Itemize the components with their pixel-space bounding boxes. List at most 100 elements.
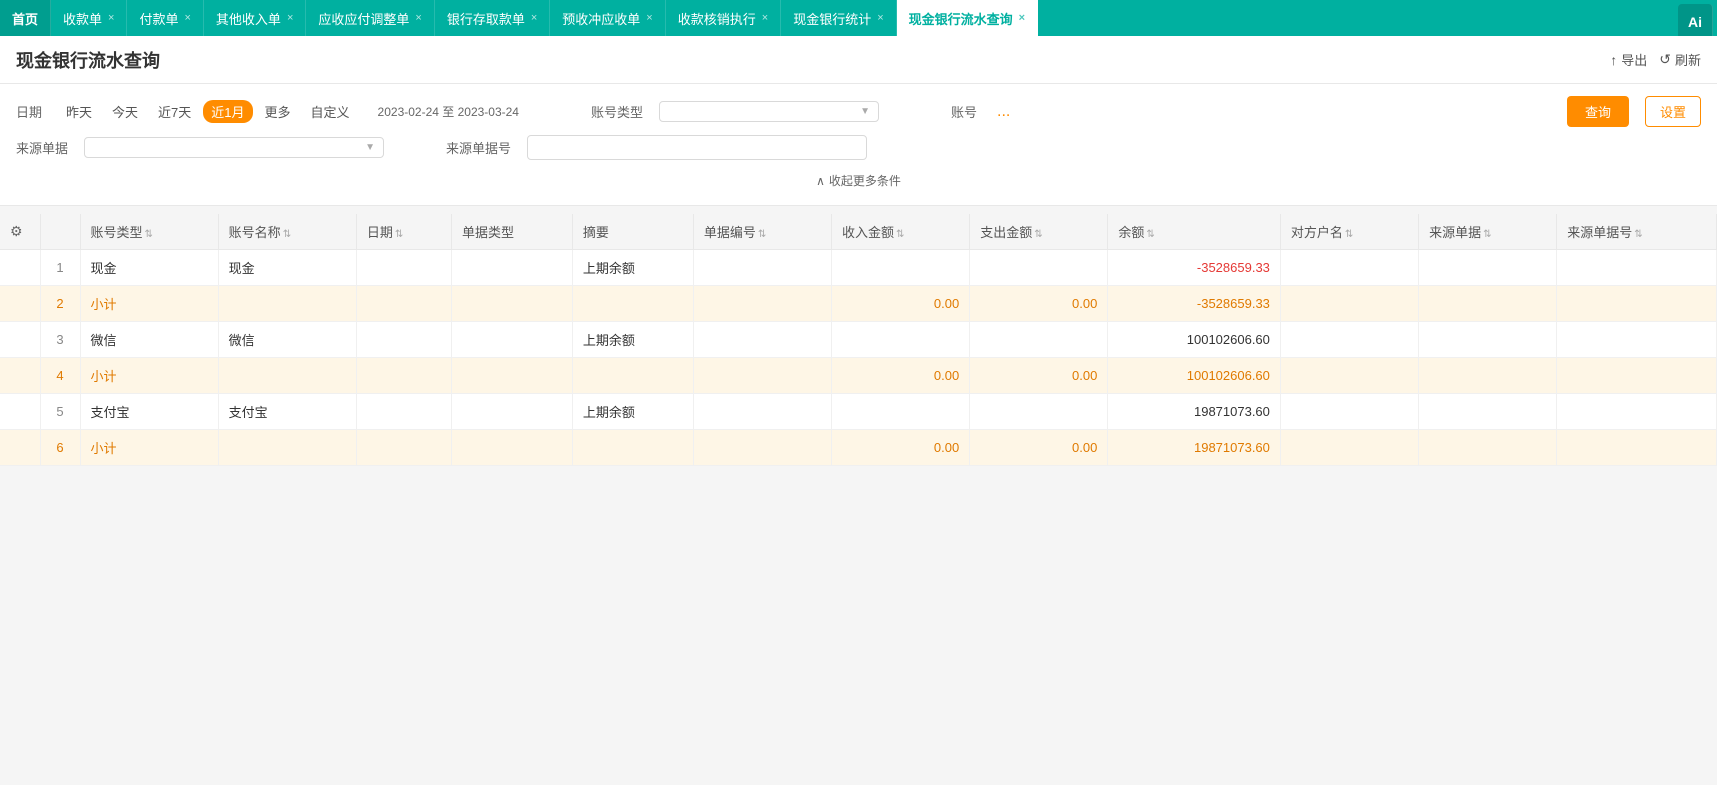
date-option[interactable]: 今天 xyxy=(104,100,146,123)
tab-close-icon[interactable]: × xyxy=(184,12,190,24)
date-range-display: 2023-02-24 至 2023-03-24 xyxy=(378,103,519,120)
nav-tab[interactable]: 付款单 × xyxy=(127,0,203,36)
cell-source_doc_no xyxy=(1557,250,1717,286)
cell-account_type: 小计 xyxy=(80,286,218,322)
cell-account_name: 微信 xyxy=(218,322,356,358)
nav-tab[interactable]: 其他收入单× xyxy=(204,0,306,36)
cell-date xyxy=(356,250,451,286)
date-options: 昨天今天近7天近1月更多自定义 xyxy=(58,100,358,123)
filter-area: 日期 昨天今天近7天近1月更多自定义 2023-02-24 至 2023-03-… xyxy=(0,84,1717,206)
cell-date xyxy=(356,358,451,394)
cell-income: 0.00 xyxy=(832,430,970,466)
table-header-summary: 摘要 xyxy=(572,214,693,250)
cell-expense: 0.00 xyxy=(970,430,1108,466)
cell-source_doc xyxy=(1419,322,1557,358)
data-table: ⚙账号类型⇅账号名称⇅日期⇅单据类型摘要单据编号⇅收入金额⇅支出金额⇅余额⇅对方… xyxy=(0,214,1717,466)
source-doc-no-label: 来源单据号 xyxy=(446,138,511,157)
cell-income xyxy=(832,250,970,286)
tab-close-icon[interactable]: × xyxy=(415,12,421,24)
cell-gear xyxy=(0,286,40,322)
cell-doc_no xyxy=(693,250,831,286)
cell-date xyxy=(356,286,451,322)
tab-close-icon[interactable]: × xyxy=(877,12,883,24)
nav-tab[interactable]: 现金银行统计× xyxy=(781,0,896,36)
cell-gear xyxy=(0,322,40,358)
cell-income xyxy=(832,394,970,430)
cell-doc_no xyxy=(693,394,831,430)
date-option[interactable]: 近1月 xyxy=(203,100,252,123)
date-option[interactable]: 昨天 xyxy=(58,100,100,123)
account-type-select[interactable]: ▼ xyxy=(659,101,879,122)
nav-tab-label: 银行存取款单 xyxy=(447,9,525,28)
cell-account_type: 小计 xyxy=(80,358,218,394)
source-doc-select[interactable]: ▼ xyxy=(84,137,384,158)
cell-doc_no xyxy=(693,286,831,322)
table-header-doc_no[interactable]: 单据编号⇅ xyxy=(693,214,831,250)
gear-icon[interactable]: ⚙ xyxy=(10,223,23,239)
cell-num: 3 xyxy=(40,322,80,358)
header-actions: ↑ 导出 ↺ 刷新 xyxy=(1610,50,1701,69)
nav-tab-label: 收款核销执行 xyxy=(678,9,756,28)
account-label: 账号 xyxy=(951,102,977,121)
nav-tab[interactable]: 银行存取款单 × xyxy=(435,0,550,36)
account-dots-button[interactable]: ... xyxy=(993,103,1014,121)
nav-tab[interactable]: 预收冲应收单 × xyxy=(550,0,665,36)
cell-balance: 100102606.60 xyxy=(1108,322,1281,358)
refresh-button[interactable]: ↺ 刷新 xyxy=(1659,50,1701,69)
nav-tab-label: 收款单 xyxy=(63,9,102,28)
cell-balance: 19871073.60 xyxy=(1108,394,1281,430)
cell-doc_no xyxy=(693,358,831,394)
table-header-counterparty[interactable]: 对方户名⇅ xyxy=(1280,214,1418,250)
cell-date xyxy=(356,430,451,466)
table-header-source_doc[interactable]: 来源单据⇅ xyxy=(1419,214,1557,250)
date-option[interactable]: 更多 xyxy=(257,100,299,123)
nav-tab[interactable]: 收款核销执行 × xyxy=(666,0,781,36)
nav-tab[interactable]: 应收应付调整单× xyxy=(306,0,434,36)
nav-tab[interactable]: 现金银行流水查询 × xyxy=(897,0,1038,36)
sort-icon: ⇅ xyxy=(896,229,904,240)
table-header: ⚙账号类型⇅账号名称⇅日期⇅单据类型摘要单据编号⇅收入金额⇅支出金额⇅余额⇅对方… xyxy=(0,214,1717,250)
tab-close-icon[interactable]: × xyxy=(287,12,293,24)
tab-close-icon[interactable]: × xyxy=(1019,12,1025,24)
cell-balance: 19871073.60 xyxy=(1108,430,1281,466)
table-header-balance[interactable]: 余额⇅ xyxy=(1108,214,1281,250)
export-button[interactable]: ↑ 导出 xyxy=(1610,50,1647,69)
cell-num: 5 xyxy=(40,394,80,430)
table-header-income[interactable]: 收入金额⇅ xyxy=(832,214,970,250)
nav-tab-label: 付款单 xyxy=(139,9,178,28)
cell-account_name xyxy=(218,358,356,394)
nav-home[interactable]: 首页 xyxy=(0,0,51,36)
sort-icon: ⇅ xyxy=(283,229,291,240)
table-header-num xyxy=(40,214,80,250)
tab-close-icon[interactable]: × xyxy=(108,12,114,24)
collapse-bar[interactable]: ∧ 收起更多条件 xyxy=(16,168,1701,193)
nav-tab-label: 现金银行流水查询 xyxy=(909,9,1013,28)
table-area: ⚙账号类型⇅账号名称⇅日期⇅单据类型摘要单据编号⇅收入金额⇅支出金额⇅余额⇅对方… xyxy=(0,214,1717,466)
nav-ai-badge[interactable]: Ai xyxy=(1678,4,1713,36)
tab-close-icon[interactable]: × xyxy=(762,12,768,24)
cell-gear xyxy=(0,430,40,466)
cell-counterparty xyxy=(1280,250,1418,286)
cell-expense: 0.00 xyxy=(970,286,1108,322)
cell-income xyxy=(832,322,970,358)
tab-close-icon[interactable]: × xyxy=(531,12,537,24)
table-header-account_name[interactable]: 账号名称⇅ xyxy=(218,214,356,250)
cell-account_type: 支付宝 xyxy=(80,394,218,430)
table-header-source_doc_no[interactable]: 来源单据号⇅ xyxy=(1557,214,1717,250)
cell-balance: 100102606.60 xyxy=(1108,358,1281,394)
cell-date xyxy=(356,322,451,358)
cell-balance: -3528659.33 xyxy=(1108,286,1281,322)
setting-button[interactable]: 设置 xyxy=(1645,96,1701,127)
table-header-account_type[interactable]: 账号类型⇅ xyxy=(80,214,218,250)
table-header-expense[interactable]: 支出金额⇅ xyxy=(970,214,1108,250)
nav-tab[interactable]: 收款单 × xyxy=(51,0,127,36)
query-button[interactable]: 查询 xyxy=(1567,96,1629,127)
sort-icon: ⇅ xyxy=(1483,229,1491,240)
cell-income: 0.00 xyxy=(832,358,970,394)
nav-tab-label: 预收冲应收单 xyxy=(562,9,640,28)
date-option[interactable]: 近7天 xyxy=(150,100,199,123)
date-option[interactable]: 自定义 xyxy=(303,100,358,123)
source-doc-no-input[interactable] xyxy=(527,135,867,160)
table-header-date[interactable]: 日期⇅ xyxy=(356,214,451,250)
tab-close-icon[interactable]: × xyxy=(646,12,652,24)
